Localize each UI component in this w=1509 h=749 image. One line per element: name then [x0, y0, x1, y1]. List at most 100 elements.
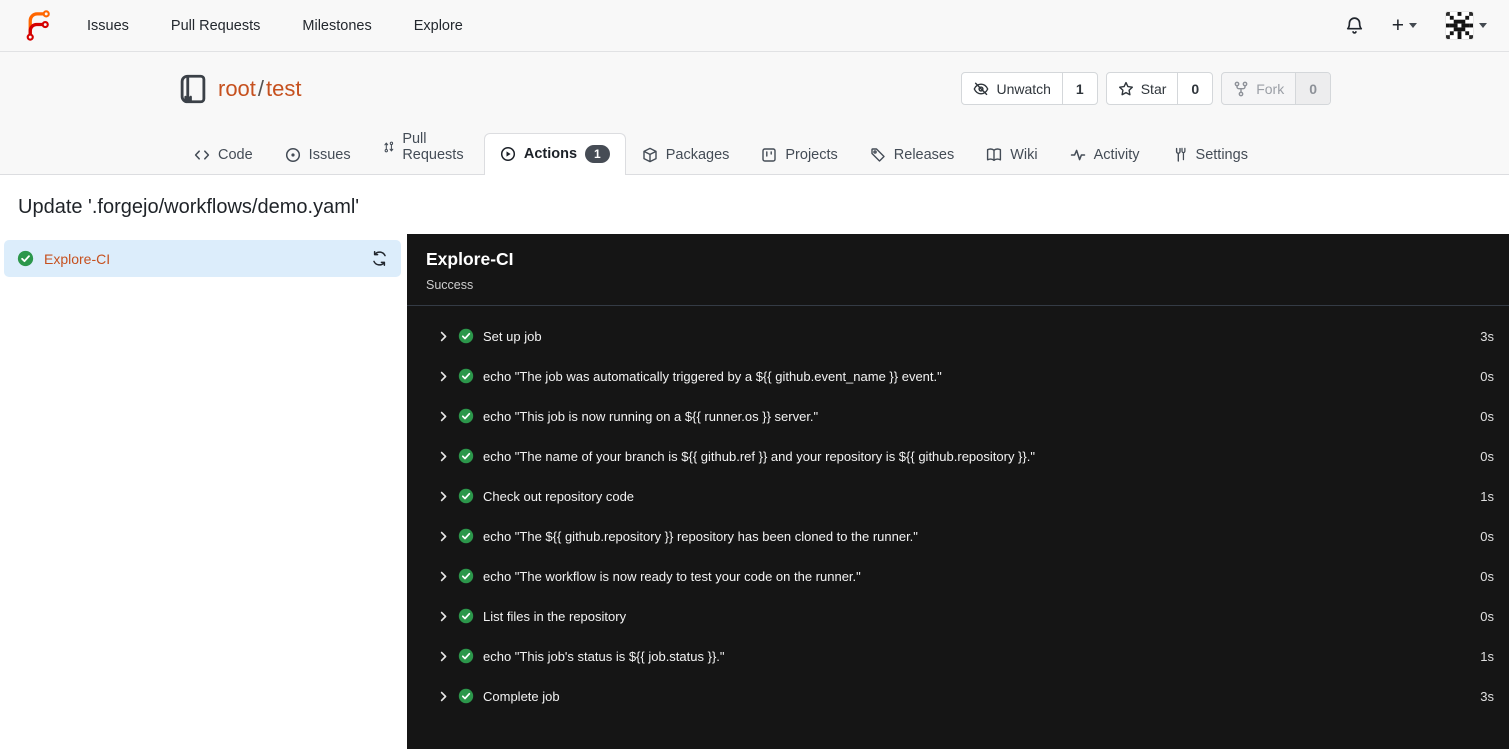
step-row[interactable]: echo "The ${{ github.repository }} repos… [407, 516, 1509, 556]
tab-code[interactable]: Code [178, 135, 269, 174]
success-check-icon [458, 328, 474, 344]
success-check-icon [458, 488, 474, 504]
play-circle-icon [500, 146, 515, 161]
repo-title: root/test [178, 74, 302, 104]
project-board-icon [762, 148, 777, 162]
step-row[interactable]: Check out repository code 1s [407, 476, 1509, 516]
nav-milestones[interactable]: Milestones [302, 18, 371, 34]
workflow-run-title: Update '.forgejo/workflows/demo.yaml' [18, 196, 360, 218]
chevron-right-icon[interactable] [436, 649, 451, 664]
chevron-right-icon[interactable] [436, 449, 451, 464]
job-panel-title: Explore-CI [426, 249, 514, 269]
chevron-right-icon[interactable] [436, 609, 451, 624]
step-row[interactable]: echo "The name of your branch is ${{ git… [407, 436, 1509, 476]
chevron-right-icon[interactable] [436, 569, 451, 584]
tab-issues[interactable]: Issues [269, 135, 367, 174]
step-row[interactable]: echo "This job is now running on a ${{ r… [407, 396, 1509, 436]
tab-projects[interactable]: Projects [745, 135, 853, 174]
avatar [1445, 11, 1474, 40]
tab-wiki[interactable]: Wiki [970, 135, 1053, 174]
step-duration: 0s [1480, 528, 1494, 544]
job-status-text: Success [426, 278, 474, 292]
unwatch-button[interactable]: Unwatch 1 [961, 72, 1098, 105]
star-button[interactable]: Star 0 [1105, 72, 1214, 105]
chevron-right-icon[interactable] [436, 409, 451, 424]
tab-settings[interactable]: Settings [1156, 135, 1264, 174]
step-duration: 3s [1480, 328, 1494, 344]
star-count[interactable]: 0 [1177, 73, 1212, 104]
watch-count[interactable]: 1 [1061, 73, 1097, 104]
steps-list: Set up job 3s echo "The job was automati… [407, 306, 1509, 726]
chevron-right-icon[interactable] [436, 689, 451, 704]
fork-button: Fork 0 [1221, 72, 1331, 105]
actions-count-badge: 1 [585, 144, 610, 163]
user-menu[interactable] [1445, 11, 1487, 40]
step-duration: 1s [1480, 488, 1494, 504]
book-open-icon [987, 148, 1002, 161]
repo-separator: / [257, 75, 265, 101]
step-name: Check out repository code [483, 488, 635, 504]
pull-request-icon [383, 141, 393, 153]
step-duration: 0s [1480, 408, 1494, 424]
step-row[interactable]: echo "The workflow is now ready to test … [407, 556, 1509, 596]
step-name: echo "The ${{ github.repository }} repos… [483, 528, 918, 544]
step-row[interactable]: List files in the repository 0s [407, 596, 1509, 636]
tools-icon [1175, 147, 1186, 162]
create-new-dropdown[interactable]: + [1392, 15, 1417, 36]
step-row[interactable]: echo "This job's status is ${{ job.statu… [407, 636, 1509, 676]
tag-icon [871, 148, 885, 162]
fork-count: 0 [1295, 73, 1330, 104]
step-row[interactable]: echo "The job was automatically triggere… [407, 356, 1509, 396]
success-check-icon [458, 568, 474, 584]
step-duration: 1s [1480, 648, 1494, 664]
step-duration: 0s [1480, 368, 1494, 384]
step-name: echo "This job's status is ${{ job.statu… [483, 648, 725, 664]
chevron-right-icon[interactable] [436, 369, 451, 384]
navbar-right: + [1345, 11, 1487, 40]
job-item-explore-ci[interactable]: Explore-CI [4, 240, 401, 277]
chevron-down-icon [1479, 23, 1487, 28]
success-check-icon [458, 688, 474, 704]
repo-action-buttons: Unwatch 1 Star 0 Fork 0 [961, 72, 1331, 105]
forgejo-logo[interactable] [22, 10, 53, 41]
success-check-icon [17, 250, 34, 267]
plus-icon: + [1391, 14, 1404, 37]
repo-owner-link[interactable]: root [218, 76, 256, 101]
job-panel-header: Explore-CI Success [407, 234, 1509, 306]
tab-packages[interactable]: Packages [626, 135, 746, 174]
success-check-icon [458, 408, 474, 424]
step-name: echo "The job was automatically triggere… [483, 368, 942, 384]
nav-pull-requests[interactable]: Pull Requests [171, 18, 260, 34]
code-icon [194, 150, 210, 160]
rerun-refresh-icon[interactable] [371, 250, 388, 267]
nav-issues[interactable]: Issues [87, 18, 129, 34]
top-navbar: Issues Pull Requests Milestones Explore … [0, 0, 1509, 52]
success-check-icon [458, 608, 474, 624]
tab-pull-requests[interactable]: Pull Requests [367, 119, 484, 174]
navbar-links: Issues Pull Requests Milestones Explore [87, 18, 463, 34]
step-name: Set up job [483, 328, 542, 344]
unwatch-label: Unwatch [996, 80, 1051, 97]
tab-releases[interactable]: Releases [854, 135, 970, 174]
success-check-icon [458, 528, 474, 544]
star-icon [1118, 81, 1134, 97]
job-log-panel: Explore-CI Success Set up job 3s echo "T… [407, 234, 1509, 749]
notifications-bell-icon[interactable] [1345, 16, 1364, 35]
tab-activity[interactable]: Activity [1054, 135, 1156, 174]
tab-actions[interactable]: Actions 1 [483, 132, 626, 175]
chevron-right-icon[interactable] [436, 329, 451, 344]
step-row[interactable]: Complete job 3s [407, 676, 1509, 716]
nav-explore[interactable]: Explore [414, 18, 463, 34]
step-name: Complete job [483, 688, 560, 704]
issue-icon [285, 147, 300, 163]
chevron-right-icon[interactable] [436, 489, 451, 504]
chevron-right-icon[interactable] [436, 529, 451, 544]
step-row[interactable]: Set up job 3s [407, 316, 1509, 356]
step-duration: 3s [1480, 688, 1494, 704]
eye-slash-icon [973, 81, 989, 97]
repo-tabs: Code Issues Pull Requests Actions 1 Pack… [178, 119, 1331, 175]
repo-name-link[interactable]: test [266, 76, 301, 101]
step-name: echo "The name of your branch is ${{ git… [483, 448, 1035, 464]
step-duration: 0s [1480, 448, 1494, 464]
step-name: List files in the repository [483, 608, 627, 624]
